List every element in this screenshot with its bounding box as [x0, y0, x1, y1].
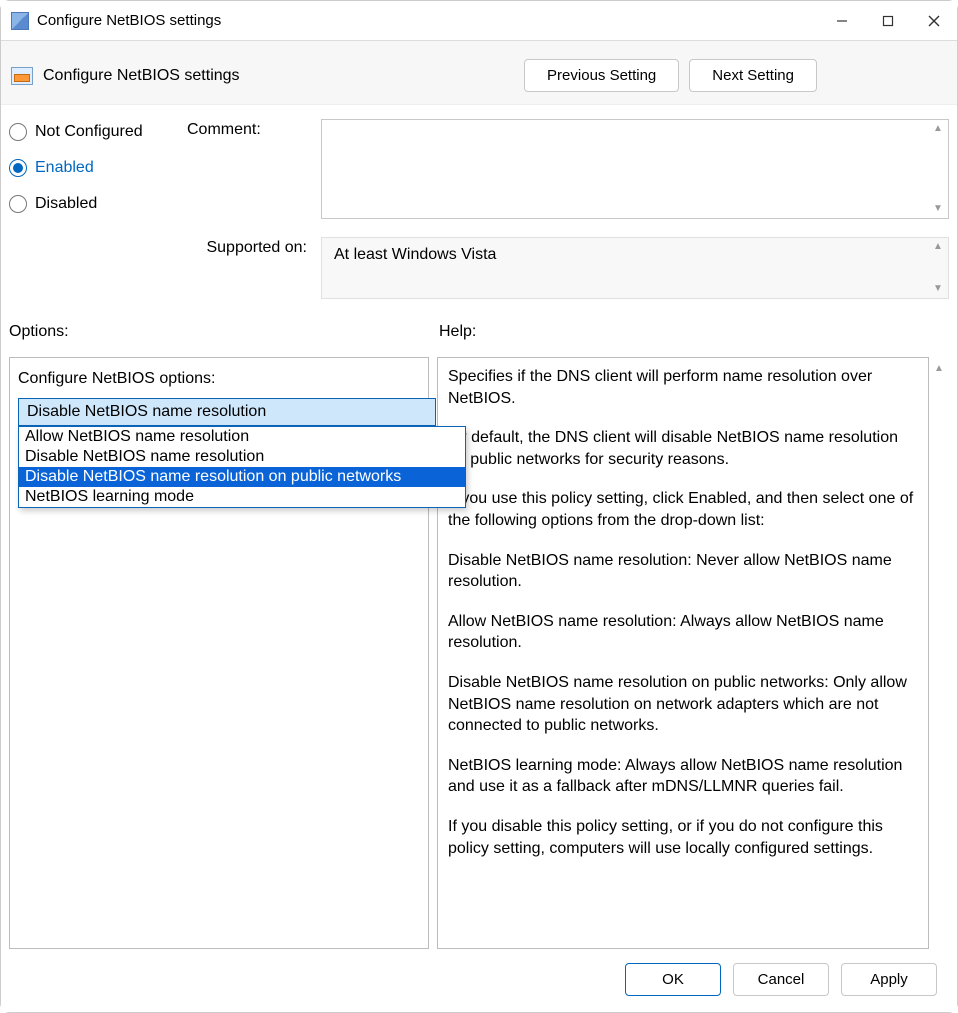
dropdown-option-allow[interactable]: Allow NetBIOS name resolution	[19, 427, 465, 447]
radio-icon	[9, 195, 27, 213]
supported-label: Supported on:	[187, 237, 307, 299]
state-radio-group: Not Configured Enabled Disabled	[9, 119, 187, 231]
supported-textbox: At least Windows Vista ▲▼	[321, 237, 949, 299]
dropdown-option-disable-public[interactable]: Disable NetBIOS name resolution on publi…	[19, 467, 465, 487]
setting-header: Configure NetBIOS settings Previous Sett…	[1, 41, 957, 105]
scroll-up-icon: ▲	[934, 363, 944, 374]
supported-row: Supported on: At least Windows Vista ▲▼	[9, 237, 949, 299]
help-text: If you use this policy setting, click En…	[448, 488, 918, 531]
radio-label: Not Configured	[35, 123, 143, 141]
netbios-options-dropdown-list[interactable]: Allow NetBIOS name resolution Disable Ne…	[18, 426, 466, 508]
dropdown-option-learning-mode[interactable]: NetBIOS learning mode	[19, 487, 465, 507]
setting-title: Configure NetBIOS settings	[43, 67, 240, 85]
window-title: Configure NetBIOS settings	[37, 12, 221, 29]
scroll-arrows: ▲▼	[932, 242, 944, 294]
setting-icon	[11, 67, 33, 85]
top-row: Not Configured Enabled Disabled Comment:…	[9, 119, 949, 231]
policy-icon	[11, 12, 29, 30]
previous-setting-button[interactable]: Previous Setting	[524, 59, 679, 92]
minimize-button[interactable]	[819, 1, 865, 40]
help-label: Help:	[439, 323, 949, 341]
apply-button[interactable]: Apply	[841, 963, 937, 996]
minimize-icon	[836, 15, 848, 27]
supported-value: At least Windows Vista	[334, 246, 496, 263]
help-text: By default, the DNS client will disable …	[448, 427, 918, 470]
radio-not-configured[interactable]: Not Configured	[9, 123, 187, 141]
close-icon	[928, 15, 940, 27]
content-area: Not Configured Enabled Disabled Comment:…	[1, 105, 957, 1012]
cancel-button[interactable]: Cancel	[733, 963, 829, 996]
options-pane: Configure NetBIOS options: Disable NetBI…	[9, 357, 429, 949]
close-button[interactable]	[911, 1, 957, 40]
help-text: NetBIOS learning mode: Always allow NetB…	[448, 755, 918, 798]
help-text: If you disable this policy setting, or i…	[448, 816, 918, 859]
window-controls	[819, 1, 957, 40]
netbios-options-dropdown[interactable]: Disable NetBIOS name resolution	[18, 398, 436, 426]
options-label: Options:	[9, 323, 439, 341]
titlebar: Configure NetBIOS settings	[1, 1, 957, 41]
maximize-button[interactable]	[865, 1, 911, 40]
help-text: Specifies if the DNS client will perform…	[448, 366, 918, 409]
radio-disabled[interactable]: Disabled	[9, 195, 187, 213]
comment-textbox[interactable]: ▲▼	[321, 119, 949, 219]
comment-label: Comment:	[187, 119, 307, 231]
radio-icon	[9, 123, 27, 141]
next-setting-button[interactable]: Next Setting	[689, 59, 817, 92]
radio-enabled[interactable]: Enabled	[9, 159, 187, 177]
radio-label: Disabled	[35, 195, 97, 213]
help-scrollbar[interactable]: ▲	[929, 357, 949, 949]
radio-label: Enabled	[35, 159, 94, 177]
dialog-footer: OK Cancel Apply	[9, 949, 949, 1012]
dropdown-option-disable[interactable]: Disable NetBIOS name resolution	[19, 447, 465, 467]
scroll-arrows: ▲▼	[932, 124, 944, 214]
maximize-icon	[882, 15, 894, 27]
help-text: Allow NetBIOS name resolution: Always al…	[448, 611, 918, 654]
comment-area: Comment: ▲▼	[187, 119, 949, 231]
help-wrap: Specifies if the DNS client will perform…	[437, 357, 949, 949]
options-field-label: Configure NetBIOS options:	[10, 370, 428, 398]
help-text: Disable NetBIOS name resolution: Never a…	[448, 550, 918, 593]
dropdown-selected-value: Disable NetBIOS name resolution	[27, 403, 266, 420]
help-pane: Specifies if the DNS client will perform…	[437, 357, 929, 949]
help-text: Disable NetBIOS name resolution on publi…	[448, 672, 918, 737]
panes: Configure NetBIOS options: Disable NetBI…	[9, 357, 949, 949]
ok-button[interactable]: OK	[625, 963, 721, 996]
section-labels: Options: Help:	[9, 323, 949, 341]
radio-icon	[9, 159, 27, 177]
nav-buttons: Previous Setting Next Setting	[524, 59, 817, 92]
